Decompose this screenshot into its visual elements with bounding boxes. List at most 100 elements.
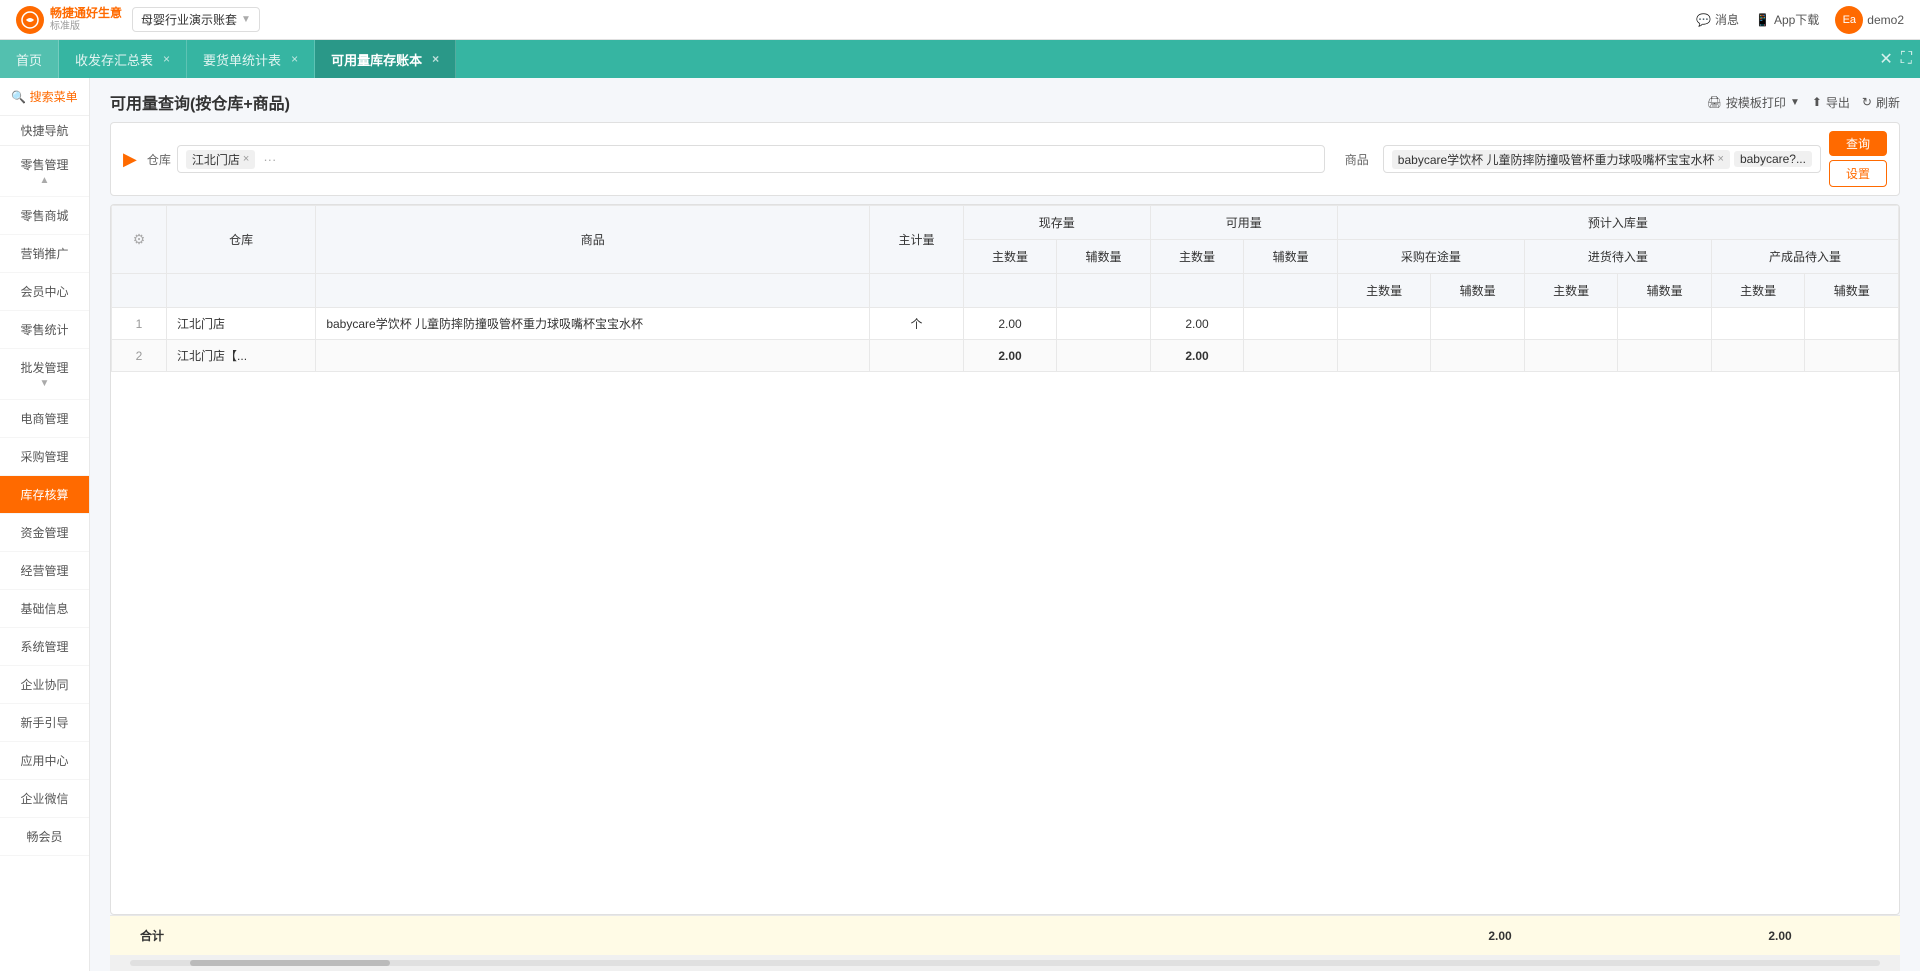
sidebar-item-marketing[interactable]: 营销推广 [0,235,89,273]
row-1-warehouse: 江北门店 [167,308,316,340]
chevron-up-icon: ▲ [40,175,50,186]
th-warehouse: 仓库 [167,206,316,274]
nav-tabs-right: ✕ ⛶ [1879,40,1920,78]
sidebar-item-member-center[interactable]: 会员中心 [0,273,89,311]
logo-sub: 标准版 [50,21,122,33]
sidebar-item-vip-member[interactable]: 畅会员 [0,818,89,856]
top-bar: 畅捷通好生意 标准版 母婴行业演示账套 ▼ 💬 消息 📱 App下载 Ea de… [0,0,1920,40]
row-1-num: 1 [112,308,167,340]
row-2-production-main [1711,340,1805,372]
sidebar-item-finance-label: 资金管理 [20,524,68,541]
tab-collection-close[interactable]: × [163,52,170,66]
sidebar-item-finance[interactable]: 资金管理 [0,514,89,552]
top-bar-left: 畅捷通好生意 标准版 母婴行业演示账套 ▼ [16,6,260,34]
row-2-avail-aux [1244,340,1338,372]
sidebar-item-new-guide-label: 新手引导 [20,714,68,731]
sidebar-item-purchase-label: 采购管理 [20,448,68,465]
sidebar-item-basic-info-label: 基础信息 [20,600,68,617]
row-1-stock-main: 2.00 [963,308,1057,340]
th-current-stock-group: 现存量 [963,206,1150,240]
export-label: 导出 [1826,94,1850,111]
th-sub-product [316,274,870,308]
sidebar-item-retail-mgmt-label: 零售管理 [20,156,68,173]
query-button[interactable]: 查询 [1829,131,1887,156]
content-area: 可用量查询(按仓库+商品) 🖨 按模板打印 ▼ ⬆ 导出 ↻ 刷新 ▶ [90,78,1920,971]
sidebar-item-app-center[interactable]: 应用中心 [0,742,89,780]
sidebar-item-retail-stats-label: 零售统计 [20,321,68,338]
sidebar-item-retail-mall[interactable]: 零售商城 [0,197,89,235]
tab-home-label: 首页 [16,50,42,69]
sidebar-item-operations[interactable]: 经营管理 [0,552,89,590]
industry-label: 母婴行业演示账套 [141,11,237,28]
tab-home[interactable]: 首页 [0,40,59,78]
scroll-track[interactable] [130,960,1880,966]
warehouse-filter-label: 仓库 [147,151,171,168]
scroll-thumb[interactable] [190,960,390,966]
th-avail-main-qty: 主数量 [1150,240,1244,274]
tab-order-stats[interactable]: 要货单统计表 × [187,40,315,78]
sidebar-item-basic-info[interactable]: 基础信息 [0,590,89,628]
tab-collection[interactable]: 收发存汇总表 × [59,40,187,78]
industry-selector[interactable]: 母婴行业演示账套 ▼ [132,7,260,32]
sidebar-item-retail-mgmt[interactable]: 零售管理 ▲ [0,146,89,197]
tab-order-stats-close[interactable]: × [291,52,298,66]
sidebar-item-ecommerce[interactable]: 电商管理 [0,400,89,438]
sidebar-item-inventory-check[interactable]: 库存核算 [0,476,89,514]
expand-icon[interactable]: ⛶ [1901,50,1912,68]
filter-toggle-btn[interactable]: ▶ [123,149,137,170]
row-1-production-main [1711,308,1805,340]
sidebar-item-wholesale-mgmt[interactable]: 批发管理 ▼ [0,349,89,400]
sidebar-quick-nav[interactable]: 快捷导航 [0,116,89,146]
product-tag-1-text: babycare?... [1740,152,1806,166]
tab-order-stats-label: 要货单统计表 [203,50,281,69]
refresh-btn[interactable]: ↻ 刷新 [1862,94,1900,111]
page-header: 可用量查询(按仓库+商品) 🖨 按模板打印 ▼ ⬆ 导出 ↻ 刷新 [90,78,1920,122]
product-tag-0-text: babycare学饮杯 儿童防摔防撞吸管杯重力球吸嘴杯宝宝水杯 [1398,151,1715,168]
tab-inventory-close[interactable]: × [432,52,439,66]
sidebar-item-enterprise-coop[interactable]: 企业协同 [0,666,89,704]
row-1-production-aux [1805,308,1899,340]
message-btn[interactable]: 💬 消息 [1696,11,1739,28]
close-window-icon[interactable]: ✕ [1879,49,1892,69]
tab-collection-label: 收发存汇总表 [75,50,153,69]
export-btn[interactable]: ⬆ 导出 [1812,94,1850,111]
warehouse-filter-tags[interactable]: 江北门店 × ··· [177,145,1325,173]
sidebar-item-operations-label: 经营管理 [20,562,68,579]
product-tag-0-close[interactable]: × [1718,153,1724,165]
product-filter-tags[interactable]: babycare学饮杯 儿童防摔防撞吸管杯重力球吸嘴杯宝宝水杯 × babyca… [1383,145,1821,173]
warehouse-tag-close[interactable]: × [243,153,249,165]
username: demo2 [1867,13,1904,27]
sidebar-item-new-guide[interactable]: 新手引导 [0,704,89,742]
th-purchase-aux: 辅数量 [1431,274,1525,308]
print-btn[interactable]: 🖨 按模板打印 ▼ [1707,94,1800,111]
logo-text: 畅捷通好生意 [50,6,122,20]
sidebar-item-system-mgmt[interactable]: 系统管理 [0,628,89,666]
sidebar-item-enterprise-coop-label: 企业协同 [20,676,68,693]
app-download-btn[interactable]: 📱 App下载 [1755,11,1819,28]
tab-inventory[interactable]: 可用量库存账本 × [315,40,456,78]
th-sub-warehouse [167,274,316,308]
avatar-text: Ea [1843,14,1856,26]
warehouse-filter-more[interactable]: ··· [263,152,276,167]
table-container: ⚙ 仓库 商品 主计量 现存量 可用量 预计入库量 主数量 辅数量 主数量 辅数… [110,204,1900,915]
nav-tabs: 首页 收发存汇总表 × 要货单统计表 × 可用量库存账本 × ✕ ⛶ [0,40,1920,78]
settings-button[interactable]: 设置 [1829,160,1887,187]
row-1-avail-main: 2.00 [1150,308,1244,340]
sidebar-item-ecommerce-label: 电商管理 [20,410,68,427]
user-area[interactable]: Ea demo2 [1835,6,1904,34]
row-1-stock-aux [1057,308,1151,340]
row-1-product: babycare学饮杯 儿童防摔防撞吸管杯重力球吸嘴杯宝宝水杯 [316,308,870,340]
message-label: 消息 [1715,11,1739,28]
logo-icon [16,6,44,34]
th-sub-gear [112,274,167,308]
sidebar-item-purchase[interactable]: 采购管理 [0,438,89,476]
th-stock-main-qty: 主数量 [963,240,1057,274]
row-2-stock-aux [1057,340,1151,372]
sidebar-search[interactable]: 🔍 搜索菜单 [0,78,89,116]
row-1-incoming-main [1524,308,1618,340]
sidebar-item-retail-stats[interactable]: 零售统计 [0,311,89,349]
row-1-purchase-aux [1431,308,1525,340]
th-gear[interactable]: ⚙ [112,206,167,274]
tab-inventory-label: 可用量库存账本 [331,50,422,69]
sidebar-item-enterprise-wechat[interactable]: 企业微信 [0,780,89,818]
